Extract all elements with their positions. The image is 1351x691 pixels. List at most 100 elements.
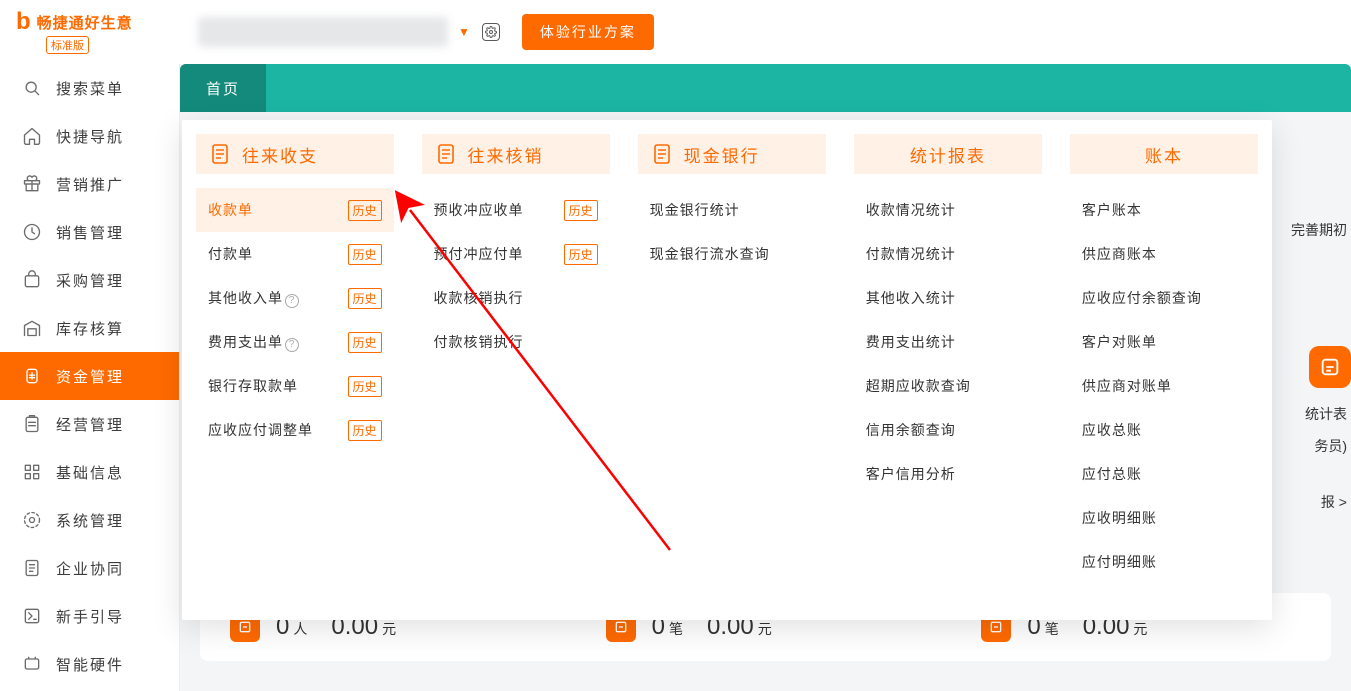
device-icon <box>22 654 42 674</box>
mega-item-label: 客户对账单 <box>1082 332 1157 352</box>
mega-item[interactable]: 应付明细账 <box>1070 540 1258 584</box>
tab-home[interactable]: 首页 <box>180 64 266 112</box>
mega-item[interactable]: 应付总账 <box>1070 452 1258 496</box>
mega-item-label: 预付冲应付单 <box>434 244 524 264</box>
sidebar-item-guide[interactable]: 新手引导 <box>0 592 179 640</box>
sidebar-item-label: 智能硬件 <box>56 654 124 675</box>
history-tag[interactable]: 历史 <box>348 376 382 397</box>
chevron-down-icon[interactable]: ▼ <box>458 25 470 39</box>
stat-currency: 元 <box>1133 619 1147 639</box>
mega-item[interactable]: 现金银行统计 <box>638 188 826 232</box>
mega-menu: 往来收支 收款单 历史 付款单 历史 其他收入单? 历史 费用支出单? 历史 <box>182 120 1272 620</box>
edition-badge: 标准版 <box>46 36 89 54</box>
mega-item-label: 现金银行统计 <box>650 200 740 220</box>
hint-report-link[interactable]: 报 > <box>1283 486 1351 518</box>
sidebar-item-clipboard[interactable]: 经营管理 <box>0 400 179 448</box>
history-tag[interactable]: 历史 <box>348 244 382 265</box>
mega-item[interactable]: 其他收入单? 历史 <box>196 276 394 320</box>
mega-item[interactable]: 信用余额查询 <box>854 408 1042 452</box>
stats-shortcut-icon[interactable] <box>1309 346 1351 388</box>
doc-icon <box>208 142 232 166</box>
gear-icon[interactable] <box>482 23 500 41</box>
mega-item-label: 付款单 <box>208 244 253 264</box>
mega-header-label: 往来收支 <box>242 142 318 167</box>
mega-item-label: 其他收入统计 <box>866 288 956 308</box>
mega-column: 往来核销 预收冲应收单 历史 预付冲应付单 历史 收款核销执行 付款核销执行 <box>408 134 624 584</box>
mega-item-label: 供应商账本 <box>1082 244 1157 264</box>
mega-item-label: 客户信用分析 <box>866 464 956 484</box>
gift-icon <box>22 174 42 194</box>
history-tag[interactable]: 历史 <box>348 288 382 309</box>
history-tag[interactable]: 历史 <box>348 200 382 221</box>
mega-item-label: 费用支出统计 <box>866 332 956 352</box>
sidebar-item-system[interactable]: 系统管理 <box>0 496 179 544</box>
sidebar-item-cart[interactable]: 销售管理 <box>0 208 179 256</box>
account-selector[interactable] <box>198 17 448 47</box>
industry-solution-button[interactable]: 体验行业方案 <box>522 14 654 50</box>
logo-mark: b <box>16 10 31 34</box>
mega-item[interactable]: 应收应付余额查询 <box>1070 276 1258 320</box>
mega-header-label: 往来核销 <box>468 142 544 167</box>
mega-item[interactable]: 付款情况统计 <box>854 232 1042 276</box>
sidebar-item-device[interactable]: 智能硬件 <box>0 640 179 688</box>
logo-block: b 畅捷通好生意 标准版 <box>0 10 180 54</box>
mega-item-label: 超期应收款查询 <box>866 376 971 396</box>
sidebar-item-money[interactable]: 资金管理 <box>0 352 179 400</box>
mega-item[interactable]: 付款核销执行 <box>422 320 610 364</box>
sidebar-item-label: 库存核算 <box>56 318 124 339</box>
mega-item[interactable]: 应收应付调整单 历史 <box>196 408 394 452</box>
sidebar-item-team[interactable]: 企业协同 <box>0 544 179 592</box>
mega-item[interactable]: 收款情况统计 <box>854 188 1042 232</box>
history-tag[interactable]: 历史 <box>348 420 382 441</box>
mega-column: 账本 客户账本 供应商账本 应收应付余额查询 客户对账单 <box>1056 134 1272 584</box>
mega-item[interactable]: 应收总账 <box>1070 408 1258 452</box>
mega-item-label: 应付明细账 <box>1082 552 1157 572</box>
hint-setup[interactable]: 完善期初 <box>1283 214 1351 246</box>
mega-item[interactable]: 预收冲应收单 历史 <box>422 188 610 232</box>
mega-item[interactable]: 其他收入统计 <box>854 276 1042 320</box>
history-tag[interactable]: 历史 <box>564 244 598 265</box>
sidebar-item-grid[interactable]: 基础信息 <box>0 448 179 496</box>
sidebar-item-bag[interactable]: 采购管理 <box>0 256 179 304</box>
mega-item[interactable]: 预付冲应付单 历史 <box>422 232 610 276</box>
help-icon[interactable]: ? <box>285 294 299 308</box>
sidebar-item-label: 经营管理 <box>56 414 124 435</box>
hint-stat-table[interactable]: 统计表 <box>1283 398 1351 430</box>
mega-item[interactable]: 收款核销执行 <box>422 276 610 320</box>
mega-item[interactable]: 客户对账单 <box>1070 320 1258 364</box>
sidebar-item-label: 搜索菜单 <box>56 78 124 99</box>
mega-item[interactable]: 客户账本 <box>1070 188 1258 232</box>
history-tag[interactable]: 历史 <box>348 332 382 353</box>
mega-item-label: 收款情况统计 <box>866 200 956 220</box>
bag-icon <box>22 270 42 290</box>
mega-item-label: 信用余额查询 <box>866 420 956 440</box>
sidebar-item-label: 销售管理 <box>56 222 124 243</box>
doc-icon <box>650 142 674 166</box>
mega-item[interactable]: 费用支出单? 历史 <box>196 320 394 364</box>
mega-item-label: 付款核销执行 <box>434 332 524 352</box>
mega-item[interactable]: 客户信用分析 <box>854 452 1042 496</box>
mega-item-label: 应收应付调整单 <box>208 420 313 440</box>
sidebar-item-home[interactable]: 快捷导航 <box>0 112 179 160</box>
mega-item-label: 其他收入单? <box>208 288 299 308</box>
sidebar-item-warehouse[interactable]: 库存核算 <box>0 304 179 352</box>
mega-column: 现金银行 现金银行统计 现金银行流水查询 <box>624 134 840 584</box>
sidebar-item-gift[interactable]: 营销推广 <box>0 160 179 208</box>
sidebar-item-search[interactable]: 搜索菜单 <box>0 64 179 112</box>
help-icon[interactable]: ? <box>285 338 299 352</box>
mega-item[interactable]: 超期应收款查询 <box>854 364 1042 408</box>
mega-item[interactable]: 银行存取款单 历史 <box>196 364 394 408</box>
mega-item[interactable]: 供应商对账单 <box>1070 364 1258 408</box>
mega-item-label: 付款情况统计 <box>866 244 956 264</box>
stat-currency: 元 <box>382 619 396 639</box>
mega-item[interactable]: 应收明细账 <box>1070 496 1258 540</box>
sidebar-item-label: 企业协同 <box>56 558 124 579</box>
mega-item-label: 收款单 <box>208 200 253 220</box>
mega-item[interactable]: 供应商账本 <box>1070 232 1258 276</box>
mega-item[interactable]: 费用支出统计 <box>854 320 1042 364</box>
history-tag[interactable]: 历史 <box>564 200 598 221</box>
mega-item[interactable]: 现金银行流水查询 <box>638 232 826 276</box>
mega-item[interactable]: 收款单 历史 <box>196 188 394 232</box>
mega-item[interactable]: 付款单 历史 <box>196 232 394 276</box>
guide-icon <box>22 606 42 626</box>
